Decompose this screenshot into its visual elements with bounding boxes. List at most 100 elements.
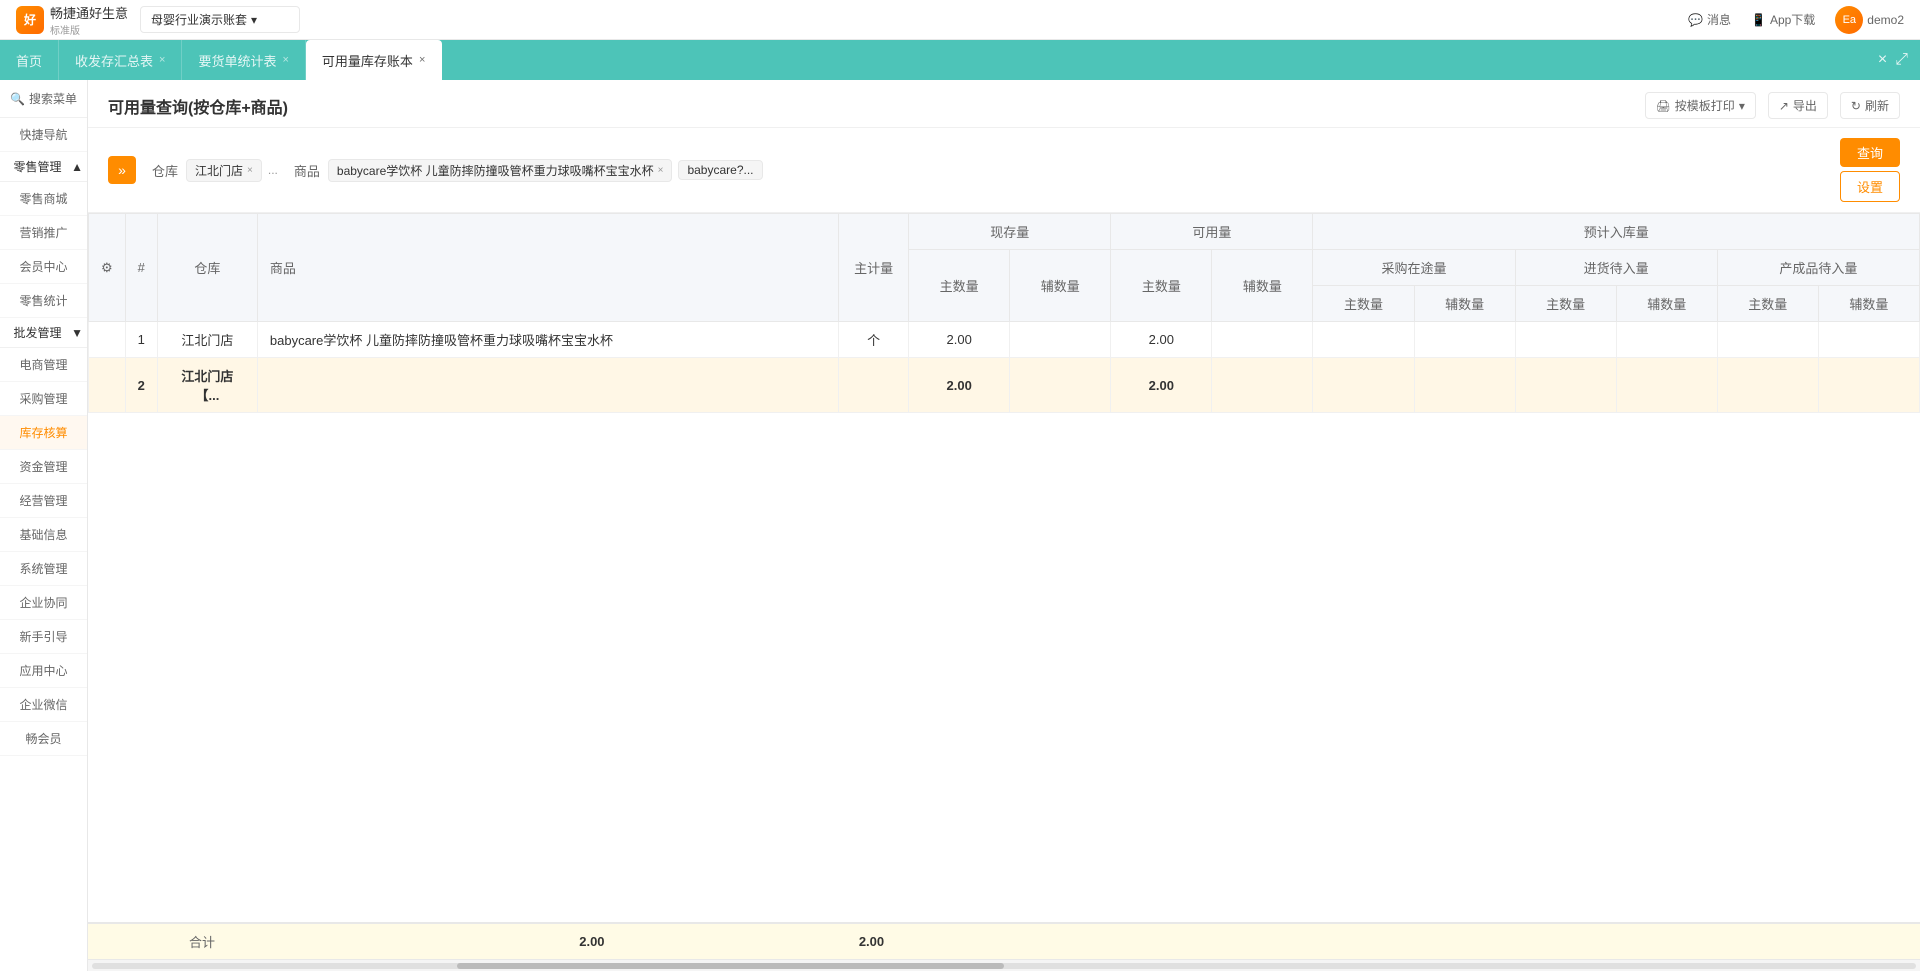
page-header-actions: 🖨 按模板打印 ▾ ↗ 导出 ↻ 刷新 [1645,92,1900,119]
product-tag-0[interactable]: babycare学饮杯 儿童防摔防撞吸管杯重力球吸嘴杯宝宝水杯 × [328,159,673,182]
refresh-btn[interactable]: ↻ 刷新 [1840,92,1900,119]
query-btn[interactable]: 查询 [1840,138,1900,167]
row-warehouse-0: 江北门店 [157,322,257,358]
sidebar-item-ecommerce[interactable]: 电商管理 [0,348,87,382]
sidebar-item-vip[interactable]: 畅会员 [0,722,87,756]
col-product-aux-header: 辅数量 [1818,286,1919,322]
avatar: Ea [1835,6,1863,34]
product-filter-group: 商品 babycare学饮杯 儿童防摔防撞吸管杯重力球吸嘴杯宝宝水杯 × bab… [294,159,763,182]
sidebar-item-operations[interactable]: 经营管理 [0,484,87,518]
col-avail-auxqty-header: 辅数量 [1212,250,1313,322]
user-avatar-btn[interactable]: Ea demo2 [1835,6,1904,34]
filter-bar: » 仓库 江北门店 × ... 商品 babycare学饮杯 儿童防摔防撞吸管杯… [88,128,1920,213]
footer-label: 合计 [152,932,252,951]
tab-close-inventory[interactable]: × [419,54,425,66]
col-settings-header: ⚙ [89,214,126,322]
sidebar-item-quick-nav[interactable]: 快捷导航 [0,118,87,152]
top-bar-right: 💬 消息 📱 App下载 Ea demo2 [1688,6,1904,34]
filter-expand-btn[interactable]: » [108,156,136,184]
col-planned-inbound-header: 预计入库量 [1313,214,1920,250]
print-by-template-btn[interactable]: 🖨 按模板打印 ▾ [1645,92,1756,119]
filter-actions: 查询 设置 [1840,138,1900,202]
refresh-icon: ↻ [1851,99,1861,113]
sidebar-item-app-center[interactable]: 应用中心 [0,654,87,688]
warehouse-filter-tags: 江北门店 × ... [186,159,278,182]
product-tag-1[interactable]: babycare?... [678,160,762,180]
tab-available-inventory[interactable]: 可用量库存账本 × [306,40,442,80]
row-product-aux-0 [1818,322,1919,358]
sidebar-item-finance[interactable]: 资金管理 [0,450,87,484]
row-purchase-main-0 [1313,322,1414,358]
sidebar-item-purchase[interactable]: 采购管理 [0,382,87,416]
col-inbound-aux-header: 辅数量 [1616,286,1717,322]
row-inbound-main-1 [1515,358,1616,413]
tab-home[interactable]: 首页 [0,40,59,80]
row-inbound-aux-1 [1616,358,1717,413]
sidebar-item-enterprise[interactable]: 企业协同 [0,586,87,620]
table-container[interactable]: ⚙ # 仓库 商品 主计量 现存量 可用量 预计入库量 主数量 辅数量 主数量 [88,213,1920,922]
row-avail-aux-1 [1212,358,1313,413]
sidebar-item-inventory[interactable]: 库存核算 [0,416,87,450]
warehouse-filter-group: 仓库 江北门店 × ... [152,159,278,182]
top-bar-left: 好 畅捷通好生意 标准版 母婴行业演示账套 ▾ [16,3,300,37]
scrollbar-track [92,963,1916,969]
warehouse-tag-0[interactable]: 江北门店 × [186,159,262,182]
horizontal-scrollbar[interactable] [88,959,1920,971]
export-btn[interactable]: ↗ 导出 [1768,92,1828,119]
search-menu-btn[interactable]: 🔍 搜索菜单 [8,90,79,107]
col-product-pending-header: 产成品待入量 [1717,250,1919,286]
sidebar-item-retail-stats[interactable]: 零售统计 [0,284,87,318]
tab-order-stats[interactable]: 要货单统计表 × [182,40,305,80]
col-product-header: 商品 [257,214,838,322]
row-current-aux-0 [1010,322,1111,358]
product-tag-close-0[interactable]: × [658,165,664,176]
main-layout: 🔍 搜索菜单 快捷导航 零售管理 ▲ 零售商城 营销推广 会员中心 零售统计 批… [0,80,1920,971]
row-avail-main-1: 2.00 [1111,358,1212,413]
col-avail-mainqty-header: 主数量 [1111,250,1212,322]
col-inbound-main-header: 主数量 [1515,286,1616,322]
table-footer: 合计 2.00 2.00 [88,922,1920,959]
warehouse-tag-close-0[interactable]: × [247,165,253,176]
settings-btn[interactable]: 设置 [1840,171,1900,202]
col-index-header: # [125,214,157,322]
sidebar-item-retail-mall[interactable]: 零售商城 [0,182,87,216]
col-product-main-header: 主数量 [1717,286,1818,322]
tab-bar: 首页 收发存汇总表 × 要货单统计表 × 可用量库存账本 × × ⤢ [0,40,1920,80]
sidebar-item-retail-mgmt[interactable]: 零售管理 ▲ [0,152,87,182]
row-inbound-aux-0 [1616,322,1717,358]
logo: 好 畅捷通好生意 标准版 [16,3,128,37]
export-icon: ↗ [1779,99,1789,113]
sidebar-item-wechat[interactable]: 企业微信 [0,688,87,722]
sidebar-item-system[interactable]: 系统管理 [0,552,87,586]
sidebar-item-base-info[interactable]: 基础信息 [0,518,87,552]
tab-close-all-btn[interactable]: × [1878,51,1887,69]
sidebar-item-guide[interactable]: 新手引导 [0,620,87,654]
col-purchase-aux-header: 辅数量 [1414,286,1515,322]
row-product-aux-1 [1818,358,1919,413]
row-mainunit-1 [839,358,909,413]
row-current-main-0: 2.00 [909,322,1010,358]
industry-selector[interactable]: 母婴行业演示账套 ▾ [140,6,300,33]
sidebar-item-marketing[interactable]: 营销推广 [0,216,87,250]
sidebar-item-member[interactable]: 会员中心 [0,250,87,284]
row-product-main-0 [1717,322,1818,358]
tab-close-order[interactable]: × [282,54,288,66]
message-btn[interactable]: 💬 消息 [1688,11,1731,28]
sidebar-item-wholesale[interactable]: 批发管理 ▼ [0,318,87,348]
footer-avail-main: 2.00 [802,934,942,949]
chevron-down-icon: ▾ [251,13,257,27]
product-filter-tags: babycare学饮杯 儿童防摔防撞吸管杯重力球吸嘴杯宝宝水杯 × babyca… [328,159,763,182]
app-download-btn[interactable]: 📱 App下载 [1751,11,1815,28]
footer-current-main: 2.00 [522,934,662,949]
tab-close-receipt[interactable]: × [159,54,165,66]
filter-more-dots[interactable]: ... [268,163,278,177]
tab-receipt-summary[interactable]: 收发存汇总表 × [59,40,182,80]
scrollbar-thumb[interactable] [457,963,1004,969]
row-product-1 [257,358,838,413]
tab-expand-btn[interactable]: ⤢ [1895,51,1908,69]
warehouse-filter-label: 仓库 [152,161,178,180]
row-warehouse-1: 江北门店【... [157,358,257,413]
search-icon: 🔍 [10,92,25,106]
content: 可用量查询(按仓库+商品) 🖨 按模板打印 ▾ ↗ 导出 ↻ 刷新 » [88,80,1920,971]
logo-icon: 好 [16,6,44,34]
